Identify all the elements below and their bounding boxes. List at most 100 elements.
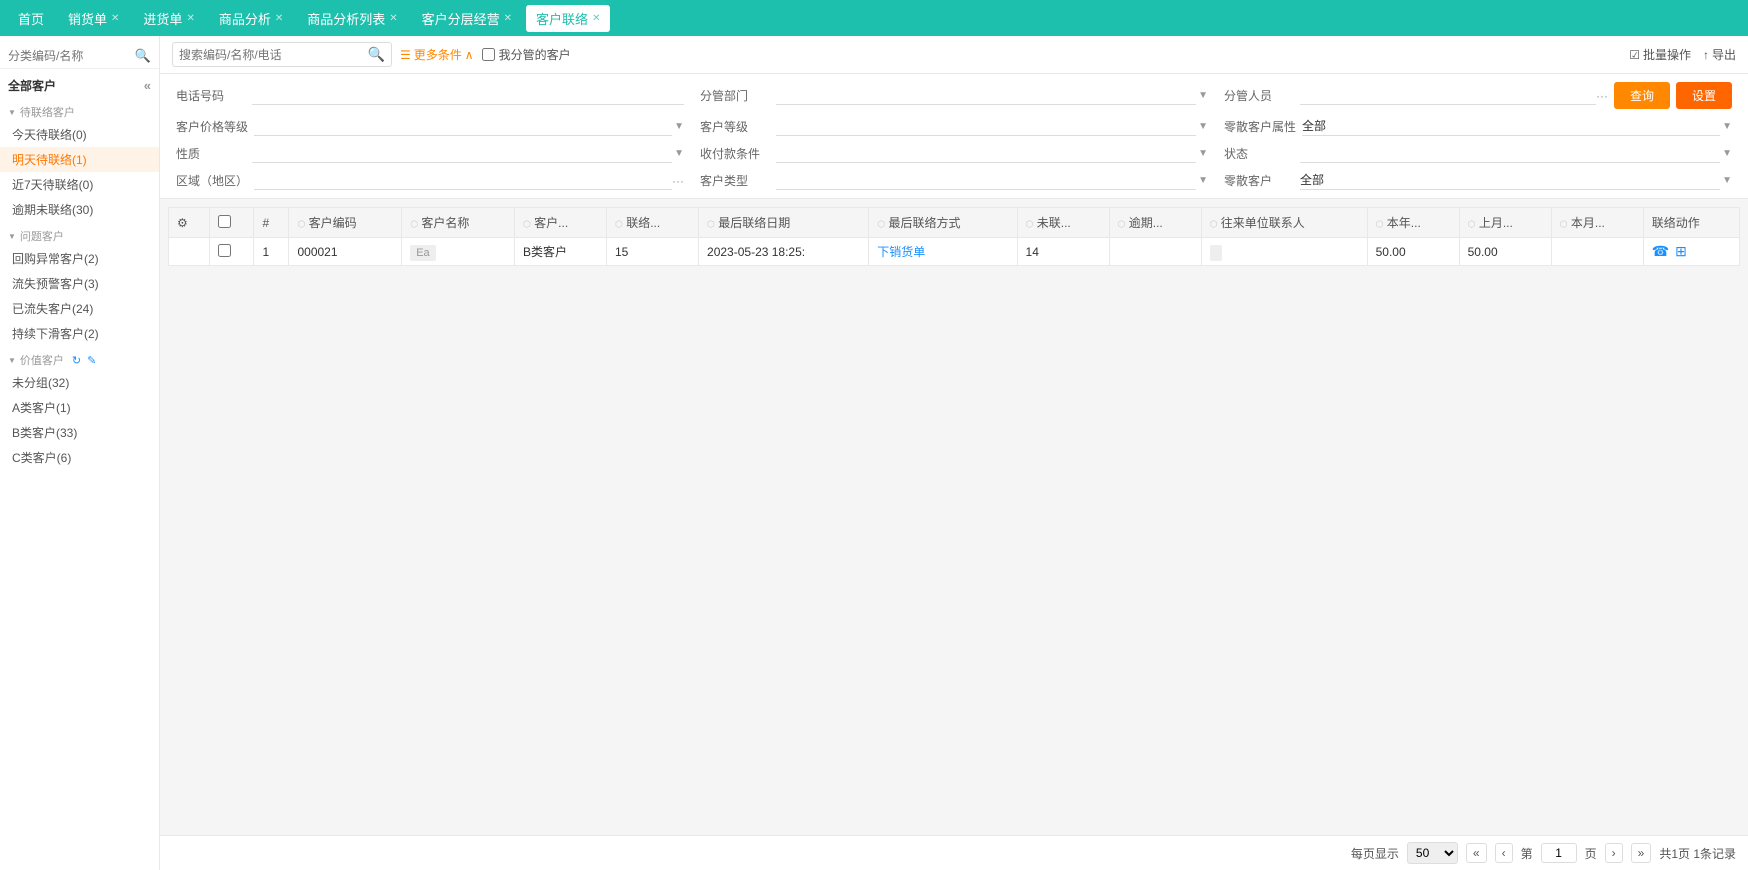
- row-checkbox[interactable]: [210, 238, 254, 266]
- sidebar-item-week[interactable]: 近7天待联络(0): [0, 172, 159, 197]
- filter-select-dept-wrap: ▼: [776, 86, 1208, 105]
- first-page-button[interactable]: «: [1466, 843, 1487, 863]
- close-icon[interactable]: ✕: [389, 13, 397, 24]
- col-no-contact[interactable]: ⬡ 未联...: [1017, 208, 1109, 238]
- nav-customer-contact[interactable]: 客户联络 ✕: [526, 5, 610, 32]
- chevron-down-icon: ▼: [674, 121, 684, 132]
- nav-purchase[interactable]: 进货单 ✕: [133, 5, 204, 32]
- last-page-button[interactable]: »: [1631, 843, 1652, 863]
- reset-button[interactable]: 设置: [1676, 82, 1732, 109]
- close-icon[interactable]: ✕: [275, 13, 283, 24]
- col-last-contact-date[interactable]: ⬡ 最后联络日期: [699, 208, 869, 238]
- filter-row-phone: 电话号码: [176, 82, 684, 109]
- more-action-icon[interactable]: ⊞: [1675, 243, 1687, 260]
- last-contact-method-link[interactable]: 下销货单: [877, 245, 925, 259]
- close-icon[interactable]: ✕: [111, 13, 119, 24]
- filter-input-phone[interactable]: [252, 86, 684, 105]
- edit-icon[interactable]: ✎: [87, 354, 96, 367]
- prev-page-button[interactable]: ‹: [1495, 843, 1513, 863]
- batch-ops-button[interactable]: ☑ 批量操作: [1629, 46, 1691, 63]
- my-customers-checkbox[interactable]: [482, 48, 495, 61]
- filter-select-price-grade[interactable]: [254, 117, 672, 136]
- row-type: B类客户: [514, 238, 606, 266]
- query-button[interactable]: 查询: [1614, 82, 1670, 109]
- row-select-checkbox[interactable]: [218, 244, 231, 257]
- sidebar-search-input[interactable]: [8, 49, 135, 63]
- col-last-month[interactable]: ⬡ 上月...: [1459, 208, 1551, 238]
- filter-select-cust-grade[interactable]: [776, 117, 1196, 136]
- filter-label-status: 状态: [1224, 145, 1294, 162]
- sidebar-item-tomorrow[interactable]: 明天待联络(1): [0, 147, 159, 172]
- col-this-month[interactable]: ⬡ 本月...: [1551, 208, 1643, 238]
- sidebar-search-wrap: 🔍: [0, 44, 159, 69]
- sidebar-item-today[interactable]: 今天待联络(0): [0, 122, 159, 147]
- close-icon[interactable]: ✕: [186, 13, 194, 24]
- nav-product-analysis[interactable]: 商品分析 ✕: [209, 5, 293, 32]
- nav-home[interactable]: 首页: [8, 5, 54, 32]
- filter-row-retail-attr: 零散客户属性 全部 ▼: [1224, 117, 1732, 136]
- search-input-wrap: 🔍: [172, 42, 392, 67]
- sidebar-item-type-a[interactable]: A类客户(1): [0, 395, 159, 420]
- page-input[interactable]: [1541, 843, 1577, 863]
- filter-select-dept[interactable]: [776, 86, 1196, 105]
- nav-sales[interactable]: 销货单 ✕: [58, 5, 129, 32]
- dots-icon[interactable]: ···: [672, 174, 684, 188]
- chevron-down-icon: ▼: [1198, 175, 1208, 186]
- col-contacts[interactable]: ⬡ 联络...: [607, 208, 699, 238]
- col-checkbox[interactable]: [210, 208, 254, 238]
- filter-select-retail-cust[interactable]: 全部: [1300, 171, 1720, 190]
- sidebar-item-type-b[interactable]: B类客户(33): [0, 420, 159, 445]
- collapse-icon[interactable]: «: [144, 78, 151, 93]
- table-area: ⚙ # ⬡ 客户编码 ⬡ 客户名称: [160, 199, 1748, 835]
- refresh-icon[interactable]: ↻: [72, 354, 81, 367]
- search-button[interactable]: 🔍: [368, 46, 385, 63]
- nav-customer-tier[interactable]: 客户分层经营 ✕: [412, 5, 522, 32]
- sidebar-item-overdue[interactable]: 逾期未联络(30): [0, 197, 159, 222]
- filter-input-region[interactable]: [254, 171, 672, 190]
- sidebar-item-type-c[interactable]: C类客户(6): [0, 445, 159, 470]
- filter-panel: 电话号码 分管部门 ▼ 分管人员 ··· 查询 设置: [160, 74, 1748, 199]
- col-name[interactable]: ⬡ 客户名称: [402, 208, 515, 238]
- per-page-select[interactable]: 50 100 200: [1407, 842, 1458, 864]
- sidebar-all-customers[interactable]: 全部客户 «: [0, 73, 159, 98]
- col-gear[interactable]: ⚙: [169, 208, 210, 238]
- filter-select-retail-cust-wrap: 全部 ▼: [1300, 171, 1732, 190]
- dots-icon[interactable]: ···: [1596, 89, 1608, 103]
- col-this-year[interactable]: ⬡ 本年...: [1367, 208, 1459, 238]
- filter-row-cust-type: 客户类型 ▼: [700, 171, 1208, 190]
- search-input[interactable]: [179, 48, 368, 62]
- sidebar-item-repurchase[interactable]: 回购异常客户(2): [0, 246, 159, 271]
- col-overdue[interactable]: ⬡ 逾期...: [1109, 208, 1201, 238]
- chevron-down-icon: ▼: [1198, 90, 1208, 101]
- contact-action-icon[interactable]: ☎: [1652, 243, 1669, 260]
- select-all-checkbox[interactable]: [218, 215, 231, 228]
- filter-select-cust-grade-wrap: ▼: [776, 117, 1208, 136]
- nav-product-analysis-table[interactable]: 商品分析列表 ✕: [297, 5, 407, 32]
- gear-icon[interactable]: ⚙: [177, 216, 188, 230]
- filter-more-button[interactable]: ☰ 更多条件 ∧: [400, 46, 474, 63]
- export-button[interactable]: ↑ 导出: [1703, 46, 1736, 63]
- sidebar-item-ungrouped[interactable]: 未分组(32): [0, 370, 159, 395]
- filter-select-status[interactable]: [1300, 144, 1720, 163]
- filter-select-cust-type[interactable]: [776, 171, 1196, 190]
- close-icon[interactable]: ✕: [504, 13, 512, 24]
- filter-label-cust-type: 客户类型: [700, 172, 770, 189]
- filter-select-nature[interactable]: [252, 144, 672, 163]
- col-type[interactable]: ⬡ 客户...: [514, 208, 606, 238]
- search-icon[interactable]: 🔍: [135, 48, 151, 64]
- sidebar-item-declining[interactable]: 持续下滑客户(2): [0, 321, 159, 346]
- sidebar-item-churn-warning[interactable]: 流失预警客户(3): [0, 271, 159, 296]
- filter-input-person[interactable]: [1300, 86, 1596, 105]
- col-last-contact-method[interactable]: ⬡ 最后联络方式: [869, 208, 1017, 238]
- row-last-contact-method[interactable]: 下销货单: [869, 238, 1017, 266]
- col-code[interactable]: ⬡ 客户编码: [289, 208, 402, 238]
- filter-row-payment: 收付款条件 ▼: [700, 144, 1208, 163]
- close-icon[interactable]: ✕: [592, 13, 600, 24]
- right-actions: ☑ 批量操作 ↑ 导出: [1629, 46, 1736, 63]
- filter-select-retail-attr[interactable]: 全部: [1302, 117, 1720, 136]
- filter-select-payment[interactable]: [776, 144, 1196, 163]
- data-table: ⚙ # ⬡ 客户编码 ⬡ 客户名称: [168, 207, 1740, 266]
- next-page-button[interactable]: ›: [1605, 843, 1623, 863]
- col-related-contact[interactable]: ⬡ 往来单位联系人: [1201, 208, 1367, 238]
- sidebar-item-churned[interactable]: 已流失客户(24): [0, 296, 159, 321]
